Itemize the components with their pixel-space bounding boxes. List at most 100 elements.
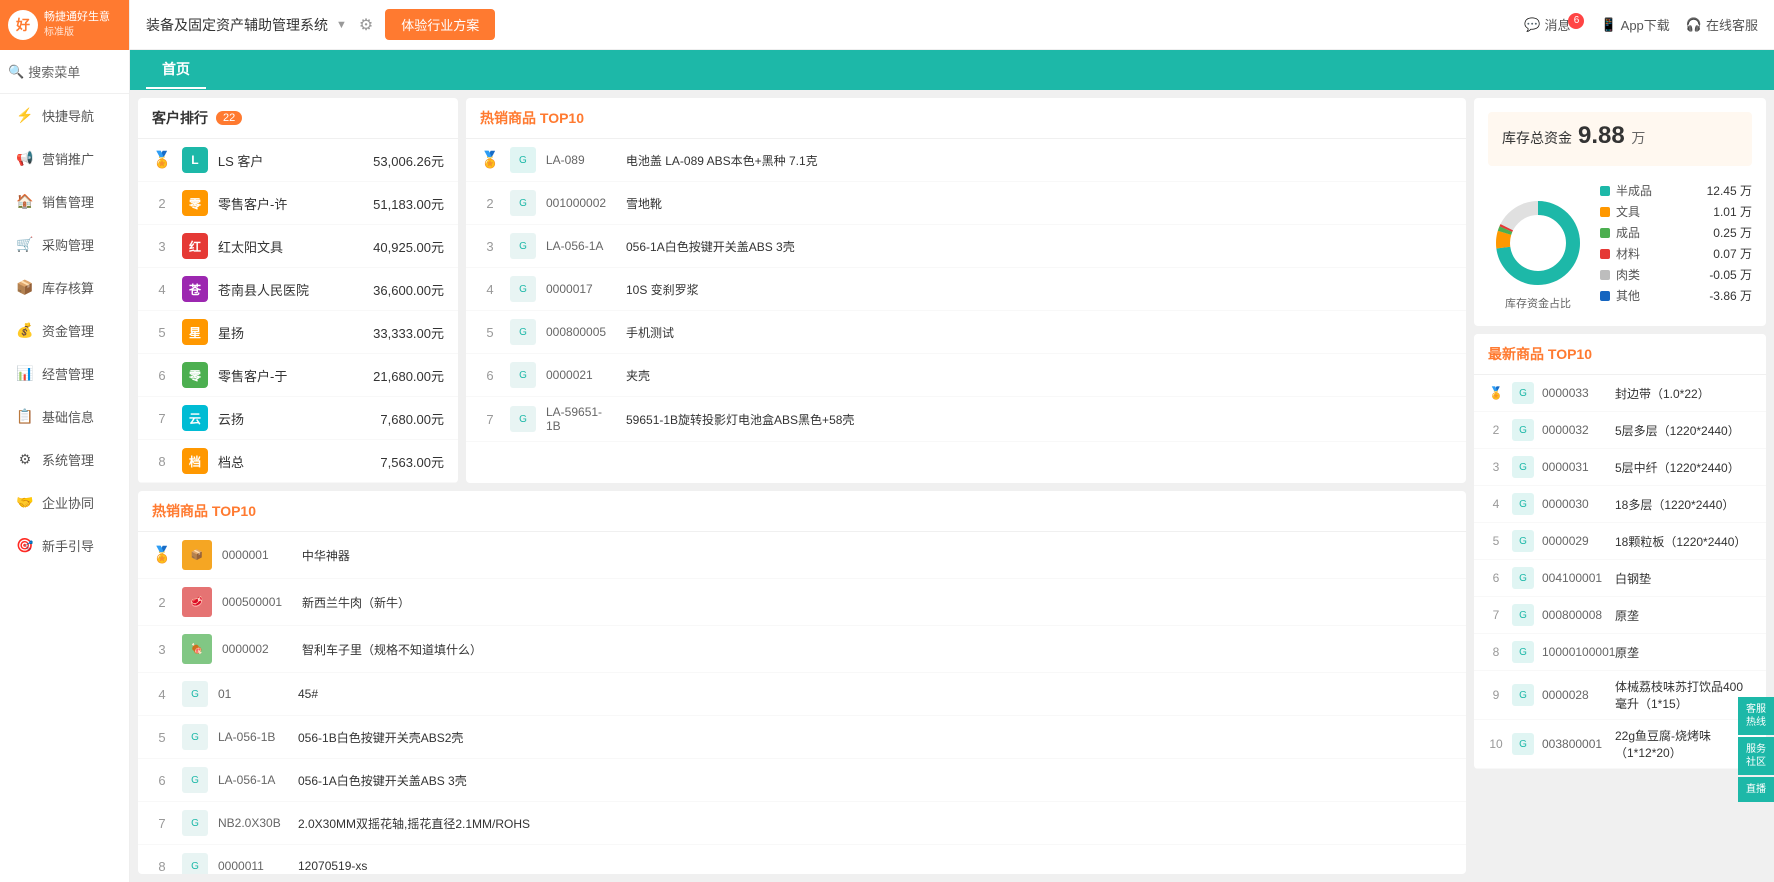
inventory-header: 库存总资金 9.88 万 bbox=[1488, 112, 1752, 166]
legend-item-4: 肉类 -0.05 万 bbox=[1600, 266, 1752, 283]
search-menu-button[interactable]: 🔍 搜索菜单 bbox=[8, 58, 121, 85]
inventory-title: 库存总资金 bbox=[1502, 128, 1572, 148]
newest-img-8: G bbox=[1512, 641, 1534, 663]
rank-item-2: 2 零 零售客户-许 51,183.00元 bbox=[138, 182, 458, 225]
avatar-7: 云 bbox=[182, 405, 208, 431]
basics-icon: 📋 bbox=[16, 408, 34, 426]
hot-products-right-title: 热销商品 TOP10 bbox=[480, 108, 584, 128]
message-button[interactable]: 💬 消息 6 bbox=[1524, 15, 1584, 34]
sidebar-item-sales[interactable]: 🏠 销售管理 bbox=[0, 180, 129, 223]
settings-icon[interactable]: ⚙ bbox=[359, 15, 373, 35]
hot-left-img-3: 🍖 bbox=[182, 634, 212, 664]
hot-left-item-7: 7 G NB2.0X30B 2.0X30MM双摇花轴,摇花直径2.1MM/ROH… bbox=[138, 802, 1466, 845]
newest-item-5: 5 G 0000029 18颗粒板（1220*2440） bbox=[1474, 523, 1766, 560]
hot-left-item-6: 6 G LA-056-1A 056-1A白色按键开关盖ABS 3壳 bbox=[138, 759, 1466, 802]
newest-item-7: 7 G 000800008 原垄 bbox=[1474, 597, 1766, 634]
legend-dot-4 bbox=[1600, 270, 1610, 280]
hot-right-img-3: G bbox=[510, 233, 536, 259]
avatar-4: 苍 bbox=[182, 276, 208, 302]
newest-item-1: 🏅 G 0000033 封边带（1.0*22） bbox=[1474, 375, 1766, 412]
sub-nav: 首页 bbox=[130, 50, 1774, 90]
online-service-button[interactable]: 🎧 在线客服 bbox=[1686, 15, 1758, 34]
newest-item-3: 3 G 0000031 5层中纤（1220*2440） bbox=[1474, 449, 1766, 486]
float-btn-service[interactable]: 客服热线 bbox=[1738, 697, 1774, 735]
hot-products-right-panel: 热销商品 TOP10 🏅 G LA-089 电池盖 LA-089 ABS本色+黑… bbox=[466, 98, 1466, 483]
newest-medal-1: 🏅 bbox=[1488, 386, 1504, 400]
hot-right-item-3: 3 G LA-056-1A 056-1A白色按键开关盖ABS 3壳 bbox=[466, 225, 1466, 268]
sidebar-item-enterprise[interactable]: 🤝 企业协同 bbox=[0, 481, 129, 524]
newest-img-2: G bbox=[1512, 419, 1534, 441]
newest-item-4: 4 G 0000030 18多层（1220*2440） bbox=[1474, 486, 1766, 523]
topbar: 装备及固定资产辅助管理系统 ▼ ⚙ 体验行业方案 💬 消息 6 📱 App下载 … bbox=[130, 0, 1774, 50]
hot-left-img-1: 📦 bbox=[182, 540, 212, 570]
guide-icon: 🎯 bbox=[16, 537, 34, 555]
hot-left-img-8: G bbox=[182, 853, 208, 874]
newest-item-2: 2 G 0000032 5层多层（1220*2440） bbox=[1474, 412, 1766, 449]
inventory-panel: 库存总资金 9.88 万 bbox=[1474, 98, 1766, 326]
marketing-icon: 📢 bbox=[16, 150, 34, 168]
legend-item-2: 成品 0.25 万 bbox=[1600, 224, 1752, 241]
rank-item-6: 6 零 零售客户-于 21,680.00元 bbox=[138, 354, 458, 397]
dropdown-arrow-icon[interactable]: ▼ bbox=[336, 19, 347, 31]
finance-icon: 💰 bbox=[16, 322, 34, 340]
sidebar-item-inventory[interactable]: 📦 库存核算 bbox=[0, 266, 129, 309]
newest-item-10: 10 G 003800001 22g鱼豆腐-烧烤味（1*12*20） bbox=[1474, 720, 1766, 769]
app-download-button[interactable]: 📱 App下载 bbox=[1600, 15, 1669, 34]
newest-img-4: G bbox=[1512, 493, 1534, 515]
sidebar-item-finance[interactable]: 💰 资金管理 bbox=[0, 309, 129, 352]
sidebar-item-quicknav[interactable]: ⚡ 快捷导航 bbox=[0, 94, 129, 137]
logo-text: 畅捷通好生意 标准版 bbox=[44, 10, 110, 39]
newest-products-list: 🏅 G 0000033 封边带（1.0*22） 2 G 0000032 5层多层… bbox=[1474, 375, 1766, 769]
hot-left-img-4: G bbox=[182, 681, 208, 707]
hot-right-img-7: G bbox=[510, 406, 536, 432]
legend-item-1: 文具 1.01 万 bbox=[1600, 203, 1752, 220]
avatar-8: 档 bbox=[182, 448, 208, 474]
newest-img-3: G bbox=[1512, 456, 1534, 478]
sidebar-item-basics[interactable]: 📋 基础信息 bbox=[0, 395, 129, 438]
newest-img-6: G bbox=[1512, 567, 1534, 589]
float-btn-community[interactable]: 服务社区 bbox=[1738, 737, 1774, 775]
mobile-icon: 📱 bbox=[1600, 17, 1616, 33]
hot-right-item-2: 2 G 001000002 雪地靴 bbox=[466, 182, 1466, 225]
sidebar-search[interactable]: 🔍 搜索菜单 bbox=[0, 50, 129, 94]
newest-img-9: G bbox=[1512, 684, 1534, 706]
topbar-title: 装备及固定资产辅助管理系统 ▼ bbox=[146, 15, 347, 35]
sidebar-item-system[interactable]: ⚙ 系统管理 bbox=[0, 438, 129, 481]
customer-ranking-panel: 客户排行 22 🏅 L LS 客户 53,006.26元 2 零 bbox=[138, 98, 458, 483]
hot-left-item-4: 4 G 01 45# bbox=[138, 673, 1466, 716]
subnav-item-home[interactable]: 首页 bbox=[146, 51, 206, 89]
legend-item-0: 半成品 12.45 万 bbox=[1600, 182, 1752, 199]
hot-products-right-list: 🏅 G LA-089 电池盖 LA-089 ABS本色+黑种 7.1克 2 G … bbox=[466, 139, 1466, 442]
enterprise-icon: 🤝 bbox=[16, 494, 34, 512]
donut-section: 库存资金占比 半成品 12.45 万 文具 1.01 万 bbox=[1488, 174, 1752, 312]
hot-right-item-4: 4 G 0000017 10S 变刹罗浆 bbox=[466, 268, 1466, 311]
donut-svg bbox=[1488, 193, 1588, 293]
headset-icon: 🎧 bbox=[1686, 17, 1702, 33]
rank-item-5: 5 星 星扬 33,333.00元 bbox=[138, 311, 458, 354]
sidebar-item-operations[interactable]: 📊 经营管理 bbox=[0, 352, 129, 395]
sidebar-item-marketing[interactable]: 📢 营销推广 bbox=[0, 137, 129, 180]
message-badge: 6 bbox=[1568, 13, 1584, 29]
rank-item-7: 7 云 云扬 7,680.00元 bbox=[138, 397, 458, 440]
legend-item-3: 材料 0.07 万 bbox=[1600, 245, 1752, 262]
main-area: 装备及固定资产辅助管理系统 ▼ ⚙ 体验行业方案 💬 消息 6 📱 App下载 … bbox=[130, 0, 1774, 882]
trial-button[interactable]: 体验行业方案 bbox=[385, 9, 495, 40]
search-icon: 🔍 bbox=[8, 64, 24, 80]
hot-left-item-5: 5 G LA-056-1B 056-1B白色按键开关壳ABS2壳 bbox=[138, 716, 1466, 759]
hot-right-medal-1: 🏅 bbox=[480, 150, 500, 170]
customer-ranking-badge: 22 bbox=[216, 111, 242, 125]
medal-1-icon: 🏅 bbox=[152, 150, 172, 170]
hot-left-item-3: 3 🍖 0000002 智利车子里（规格不知道填什么） bbox=[138, 626, 1466, 673]
newest-img-5: G bbox=[1512, 530, 1534, 552]
avatar-6: 零 bbox=[182, 362, 208, 388]
hot-left-img-5: G bbox=[182, 724, 208, 750]
hot-products-left-title: 热销商品 TOP10 bbox=[152, 501, 256, 521]
sidebar-item-purchase[interactable]: 🛒 采购管理 bbox=[0, 223, 129, 266]
rank-item-3: 3 红 红太阳文具 40,925.00元 bbox=[138, 225, 458, 268]
hot-left-img-2: 🥩 bbox=[182, 587, 212, 617]
float-btn-live[interactable]: 直播 bbox=[1738, 777, 1774, 802]
newest-img-10: G bbox=[1512, 733, 1534, 755]
sidebar-item-guide[interactable]: 🎯 新手引导 bbox=[0, 524, 129, 567]
topbar-right: 💬 消息 6 📱 App下载 🎧 在线客服 bbox=[1524, 15, 1758, 34]
avatar-1: L bbox=[182, 147, 208, 173]
